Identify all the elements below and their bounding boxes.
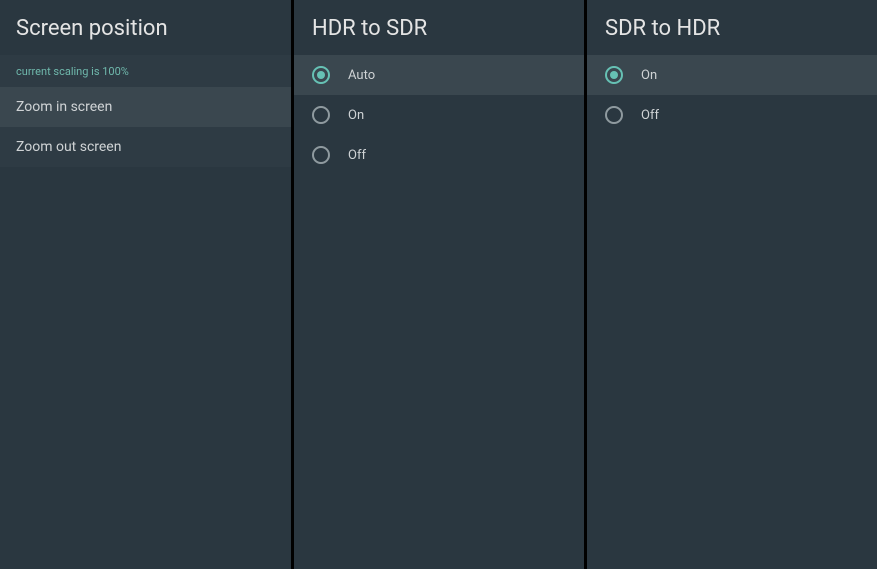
radio-label: On: [348, 108, 566, 123]
radio-label: Off: [641, 108, 859, 123]
radio-label: On: [641, 68, 859, 83]
sdr-hdr-option-off[interactable]: Off: [587, 95, 877, 135]
radio-selected-icon: [605, 66, 623, 84]
sdr-to-hdr-title: SDR to HDR: [587, 0, 877, 55]
zoom-out-item[interactable]: Zoom out screen: [0, 127, 291, 167]
radio-unselected-icon: [312, 106, 330, 124]
hdr-sdr-option-off[interactable]: Off: [294, 135, 584, 175]
hdr-sdr-option-on[interactable]: On: [294, 95, 584, 135]
sdr-hdr-option-on[interactable]: On: [587, 55, 877, 95]
screen-position-title: Screen position: [0, 0, 291, 55]
radio-label: Off: [348, 148, 566, 163]
hdr-to-sdr-panel: HDR to SDR Auto On Off: [294, 0, 584, 569]
zoom-in-item[interactable]: Zoom in screen: [0, 87, 291, 127]
radio-label: Auto: [348, 68, 566, 83]
hdr-sdr-option-auto[interactable]: Auto: [294, 55, 584, 95]
radio-selected-icon: [312, 66, 330, 84]
sdr-to-hdr-panel: SDR to HDR On Off: [587, 0, 877, 569]
hdr-to-sdr-title: HDR to SDR: [294, 0, 584, 55]
screen-position-panel: Screen position current scaling is 100% …: [0, 0, 291, 569]
radio-unselected-icon: [605, 106, 623, 124]
scaling-status: current scaling is 100%: [0, 55, 291, 87]
radio-unselected-icon: [312, 146, 330, 164]
